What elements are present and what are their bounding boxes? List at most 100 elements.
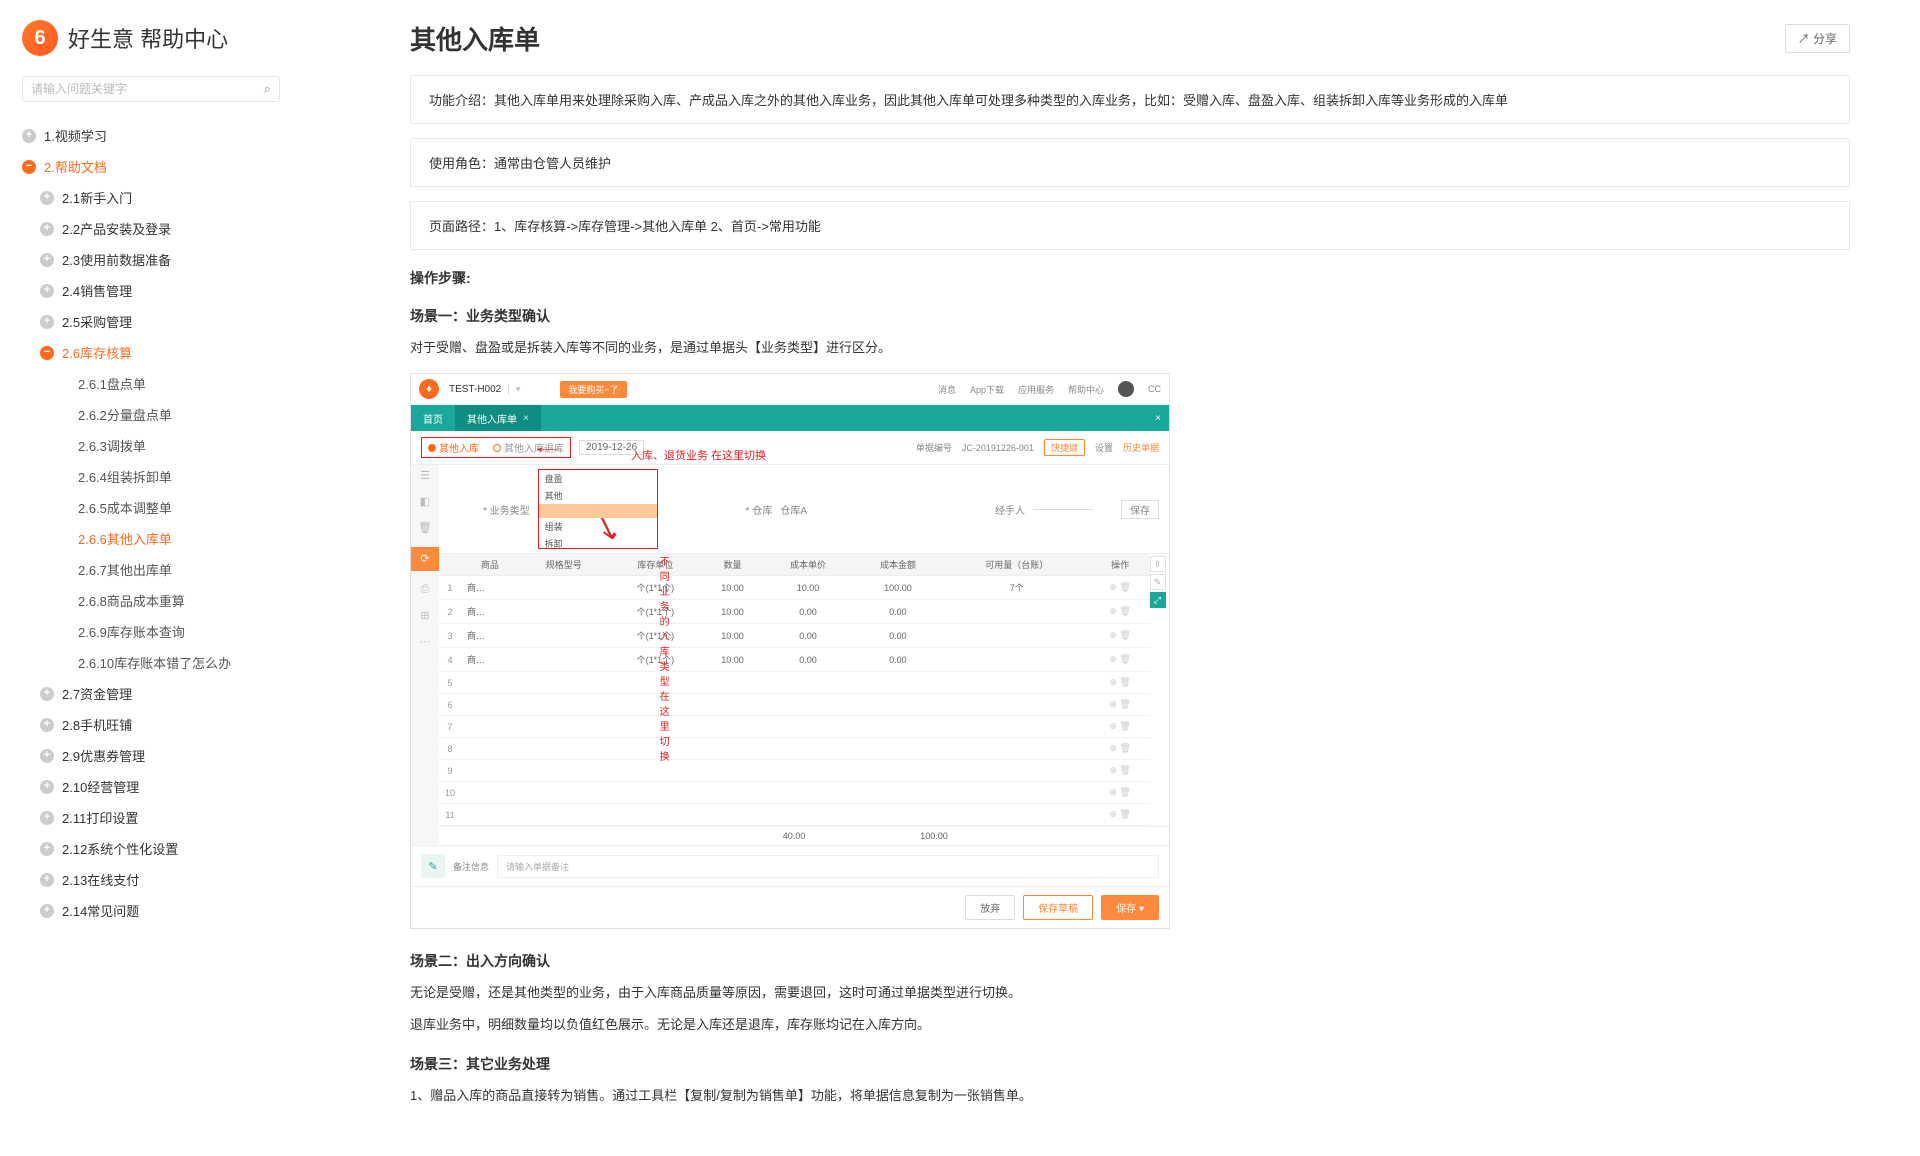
scenario3-heading: 场景三：其它业务处理 [410,1054,1850,1074]
dd-opt[interactable]: 盘盈 [539,470,657,487]
filter-save-button[interactable]: 保存 [1121,500,1159,519]
expand-icon[interactable]: + [40,873,54,887]
link-history[interactable]: 历史单据 [1123,441,1159,454]
shot-user: CC [1148,384,1161,394]
nav-item[interactable]: +2.11打印设置 [22,802,280,833]
sum-amt: 100.00 [899,831,969,841]
nav-item[interactable]: +2.2产品安装及登录 [22,213,280,244]
shot-buy-button[interactable]: 我要购买~了 [560,381,626,398]
expand-icon[interactable]: + [40,842,54,856]
nav-label: 2.12系统个性化设置 [62,839,178,858]
tool-icon[interactable]: ✎ [1150,574,1166,590]
nav-item[interactable]: +2.1新手入门 [22,182,280,213]
rail-icon[interactable]: ◧ [418,495,432,509]
nav-item[interactable]: +2.7资金管理 [22,678,280,709]
nav-item[interactable]: +2.10经营管理 [22,771,280,802]
filter-wh-label: * 仓库 [746,502,773,517]
search-input[interactable] [31,82,264,96]
nav-item[interactable]: +2.8手机旺铺 [22,709,280,740]
collapse-icon[interactable]: − [22,160,36,174]
note-input[interactable]: 请输入单据备注 [497,855,1159,878]
nav-item[interactable]: +2.3使用前数据准备 [22,244,280,275]
nav-label: 2.6.8商品成本重算 [78,591,185,610]
expand-icon[interactable]: + [40,780,54,794]
expand-icon[interactable]: + [40,749,54,763]
nav-item[interactable]: 2.6.8商品成本重算 [22,585,280,616]
nav-label: 2.9优惠券管理 [62,746,145,765]
expand-icon[interactable]: + [40,904,54,918]
nav-item[interactable]: 2.6.9库存账本查询 [22,616,280,647]
nav-item[interactable]: 2.6.1盘点单 [22,368,280,399]
nav-label: 2.1新手入门 [62,188,132,207]
rail-icon[interactable]: ⋯ [418,635,432,649]
search-box[interactable]: ⌕ [22,76,280,102]
rail-icon[interactable]: 🗑 [418,521,432,535]
main-content: 其他入库单 ↗ 分享 功能介绍：其他入库单用来处理除采购入库、产成品入库之外的其… [300,0,1880,1156]
shot-link-service[interactable]: 应用服务 [1018,383,1054,396]
expand-icon[interactable]: + [40,811,54,825]
nav-item[interactable]: +2.13在线支付 [22,864,280,895]
btn-draft[interactable]: 保存草稿 [1023,895,1093,920]
nav-item[interactable]: 2.6.4组装拆卸单 [22,461,280,492]
shot-link-app[interactable]: App下载 [970,383,1004,396]
rail-icon[interactable]: ⊞ [418,609,432,623]
tool-icon[interactable]: ⇧ [1150,556,1166,572]
search-icon[interactable]: ⌕ [264,81,271,97]
rail-icon[interactable]: ⎙ [418,583,432,597]
nav-item[interactable]: −2.帮助文档 [22,151,280,182]
expand-icon[interactable]: + [22,129,36,143]
shot-link-help[interactable]: 帮助中心 [1068,383,1104,396]
btn-save[interactable]: 保存 ▾ [1101,895,1159,920]
shot-link-msg[interactable]: 消息 [938,383,956,396]
close-icon[interactable]: × [523,413,529,424]
hotkey-pill[interactable]: 快捷键 [1044,439,1085,456]
nav-label: 2.6库存核算 [62,343,132,362]
shot-table: 商品规格型号库存单位数量成本单价成本金额可用量（台账）操作1商…个(1*1个)1… [439,554,1150,826]
nav-item[interactable]: +2.14常见问题 [22,895,280,926]
nav-item[interactable]: +2.4销售管理 [22,275,280,306]
link-settings[interactable]: 设置 [1095,441,1113,454]
filter-biztype-label: * 业务类型 [483,502,530,517]
nav-label: 2.6.2分量盘点单 [78,405,172,424]
nav-item[interactable]: 2.6.5成本调整单 [22,492,280,523]
shot-tab-home[interactable]: 首页 [411,405,455,431]
nav-item[interactable]: 2.6.10库存账本错了怎么办 [22,647,280,678]
nav-item[interactable]: 2.6.3调拨单 [22,430,280,461]
nav-label: 2.11打印设置 [62,808,138,827]
avatar-icon[interactable] [1118,381,1134,397]
filter-wh-val: 仓库A [780,502,807,517]
expand-icon[interactable]: + [40,253,54,267]
rail-icon-active[interactable]: ⟳ [411,547,439,571]
btn-discard[interactable]: 放弃 [965,895,1015,920]
nav-label: 2.10经营管理 [62,777,139,796]
nav-item[interactable]: +2.12系统个性化设置 [22,833,280,864]
collapse-icon[interactable]: − [40,346,54,360]
scenario3-text: 1、赠品入库的商品直接转为销售。通过工具栏【复制/复制为销售单】功能，将单据信息… [410,1084,1850,1107]
expand-icon[interactable]: + [40,718,54,732]
expand-icon[interactable]: + [40,222,54,236]
expand-icon[interactable]: + [40,687,54,701]
nav-item[interactable]: 2.6.7其他出库单 [22,554,280,585]
info-role: 使用角色：通常由仓管人员维护 [410,138,1850,187]
dd-opt[interactable]: 其他 [539,487,657,504]
nav-item[interactable]: −2.6库存核算 [22,337,280,368]
nav-item[interactable]: +2.9优惠券管理 [22,740,280,771]
expand-icon[interactable]: + [40,191,54,205]
nav-item[interactable]: 2.6.2分量盘点单 [22,399,280,430]
app-screenshot: ♦ TEST-H002 | ▾ 我要购买~了 消息 App下载 应用服务 帮助中… [410,373,1170,929]
rail-icon[interactable]: ☰ [418,469,432,483]
shot-tab-current[interactable]: 其他入库单× [455,405,541,431]
nav-label: 2.6.9库存账本查询 [78,622,185,641]
share-button[interactable]: ↗ 分享 [1785,24,1850,53]
nav-item[interactable]: 2.6.6其他入库单 [22,523,280,554]
nav-item[interactable]: +1.视频学习 [22,120,280,151]
expand-icon[interactable]: + [40,284,54,298]
dd-opt[interactable]: 拆卸 [539,535,657,552]
nav-label: 2.3使用前数据准备 [62,250,171,269]
logo-icon: 6 [22,20,58,56]
tool-icon[interactable]: ⤢ [1150,592,1166,608]
expand-icon[interactable]: + [40,315,54,329]
tab-close-all-icon[interactable]: × [1155,413,1161,424]
nav-item[interactable]: +2.5采购管理 [22,306,280,337]
radio-instock[interactable]: 其他入库 [428,440,479,455]
